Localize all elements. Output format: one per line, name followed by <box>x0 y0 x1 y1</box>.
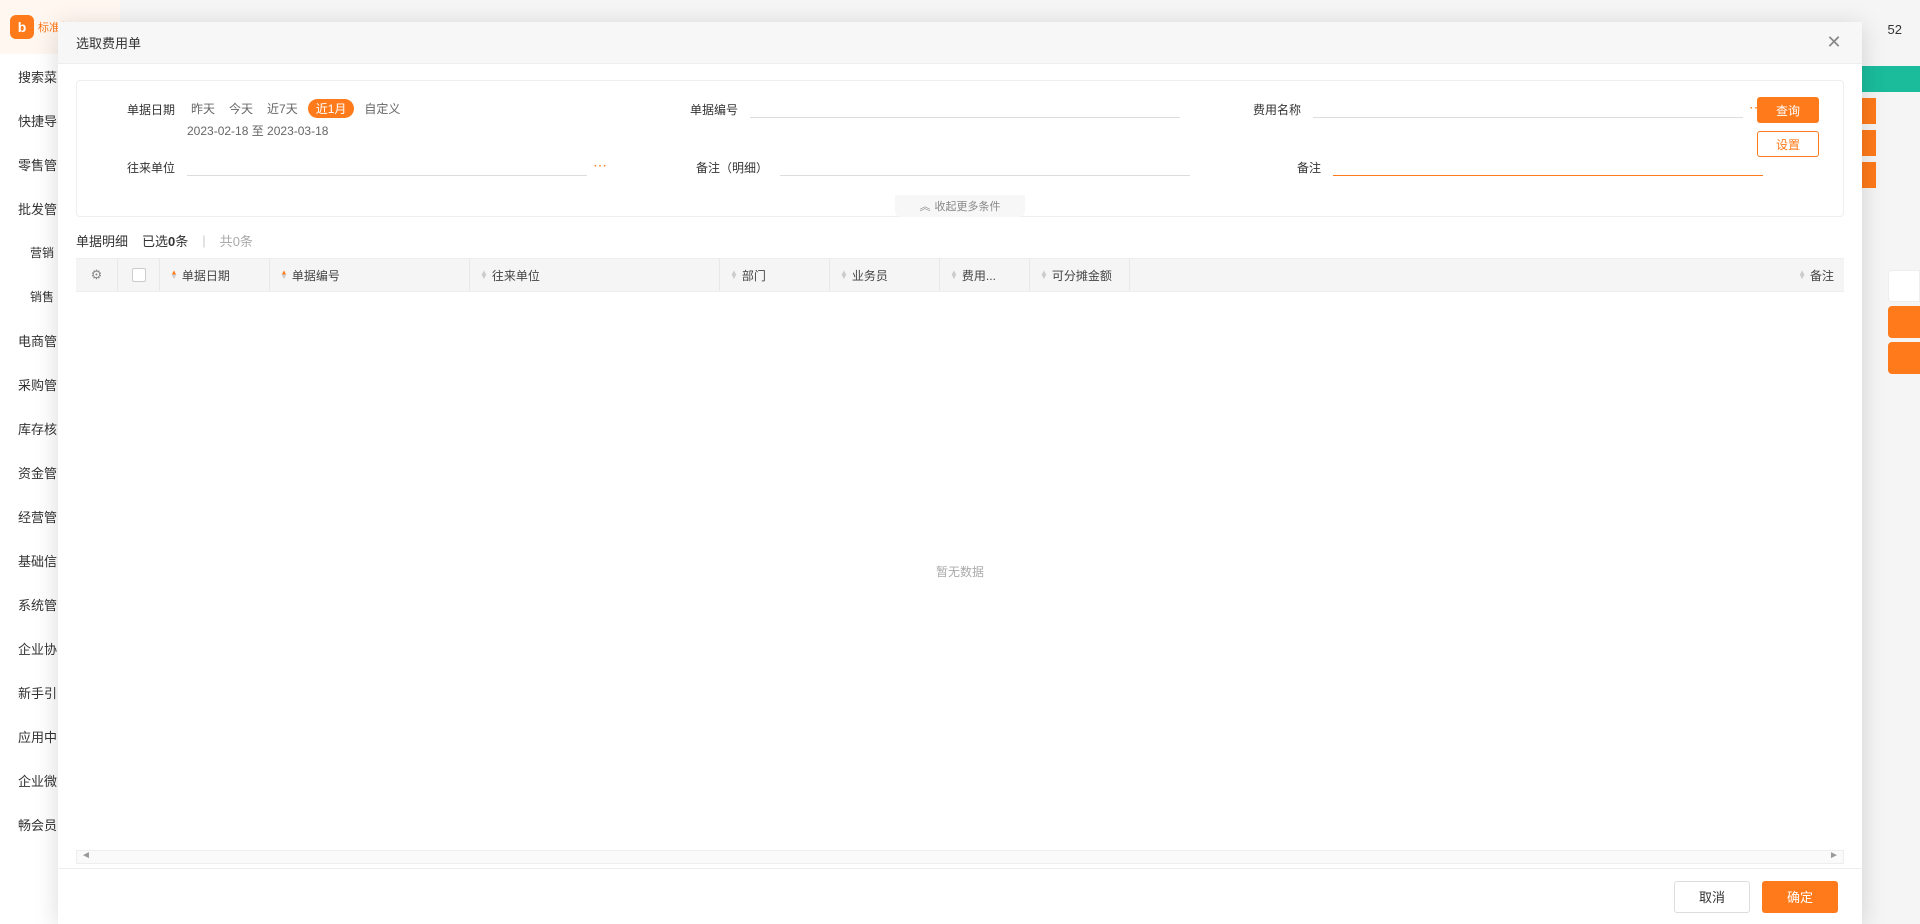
fee-name-input[interactable] <box>1313 99 1743 118</box>
date-chip-1[interactable]: 今天 <box>225 99 257 118</box>
table: 单据日期 单据编号 往来单位 部门 业务员 费用... 可分摊金额 备注 暂无数… <box>76 258 1844 850</box>
col-no[interactable]: 单据编号 <box>270 259 470 291</box>
date-chips: 昨天今天近7天近1月自定义 <box>187 99 640 118</box>
date-range: 2023-02-18 至 2023-03-18 <box>187 122 640 139</box>
unit-input[interactable] <box>187 157 587 176</box>
col-fee[interactable]: 费用... <box>940 259 1030 291</box>
sort-icon <box>480 271 488 279</box>
select-all[interactable] <box>118 259 160 291</box>
unit-more-icon[interactable]: ⋯ <box>593 157 607 174</box>
cancel-button[interactable]: 取消 <box>1674 881 1750 913</box>
note-label: 备注 <box>1263 157 1333 176</box>
checkbox-icon <box>132 268 146 282</box>
col-note[interactable]: 备注 <box>1130 259 1844 291</box>
selected-count: 已选0条 <box>142 231 188 250</box>
date-chip-0[interactable]: 昨天 <box>187 99 219 118</box>
close-icon[interactable]: ✕ <box>1824 32 1844 53</box>
collapse-toggle[interactable]: ︽ 收起更多条件 <box>895 195 1025 217</box>
modal-title: 选取费用单 <box>76 33 141 52</box>
note-detail-label: 备注（明细） <box>690 157 780 176</box>
modal-footer: 取消 确定 <box>58 868 1862 924</box>
date-chip-3[interactable]: 近1月 <box>308 99 355 118</box>
col-dept[interactable]: 部门 <box>720 259 830 291</box>
list-header: 单据明细 已选0条 | 共0条 <box>58 217 1862 258</box>
total-count: 共0条 <box>220 231 253 250</box>
col-amt[interactable]: 可分摊金额 <box>1030 259 1130 291</box>
query-button[interactable]: 查询 <box>1757 97 1819 123</box>
chevron-up-icon: ︽ <box>920 198 931 214</box>
collapse-label: 收起更多条件 <box>935 198 1001 214</box>
col-sales[interactable]: 业务员 <box>830 259 940 291</box>
sort-icon <box>730 271 738 279</box>
sort-icon <box>1040 271 1048 279</box>
sort-icon <box>170 271 178 279</box>
empty-state: 暂无数据 <box>936 563 984 580</box>
gear-icon <box>91 267 103 283</box>
sort-icon <box>950 271 958 279</box>
date-label: 单据日期 <box>117 99 187 118</box>
date-chip-4[interactable]: 自定义 <box>360 99 404 118</box>
divider: | <box>202 233 205 248</box>
unit-label: 往来单位 <box>117 157 187 176</box>
doc-no-label: 单据编号 <box>680 99 750 118</box>
col-date[interactable]: 单据日期 <box>160 259 270 291</box>
col-unit[interactable]: 往来单位 <box>470 259 720 291</box>
modal-header: 选取费用单 ✕ <box>58 22 1862 64</box>
sort-icon <box>1798 271 1806 279</box>
setting-button[interactable]: 设置 <box>1757 131 1819 157</box>
date-chip-2[interactable]: 近7天 <box>263 99 302 118</box>
filter-card: 查询 设置 单据日期 昨天今天近7天近1月自定义 2023-02-18 至 20… <box>76 80 1844 217</box>
sort-icon <box>840 271 848 279</box>
note-detail-input[interactable] <box>780 157 1190 176</box>
table-body: 暂无数据 <box>76 292 1844 850</box>
table-head: 单据日期 单据编号 往来单位 部门 业务员 费用... 可分摊金额 备注 <box>76 258 1844 292</box>
filter-actions: 查询 设置 <box>1757 97 1819 157</box>
modal-select-expense: 选取费用单 ✕ 查询 设置 单据日期 昨天今天近7天近1月自定义 2023-02… <box>58 22 1862 924</box>
fee-name-label: 费用名称 <box>1243 99 1313 118</box>
doc-no-input[interactable] <box>750 99 1180 118</box>
column-settings[interactable] <box>76 259 118 291</box>
modal-body: 查询 设置 单据日期 昨天今天近7天近1月自定义 2023-02-18 至 20… <box>58 64 1862 868</box>
note-input[interactable] <box>1333 157 1763 176</box>
horizontal-scrollbar[interactable] <box>76 850 1844 864</box>
list-title: 单据明细 <box>76 231 128 250</box>
ok-button[interactable]: 确定 <box>1762 881 1838 913</box>
sort-icon <box>280 271 288 279</box>
